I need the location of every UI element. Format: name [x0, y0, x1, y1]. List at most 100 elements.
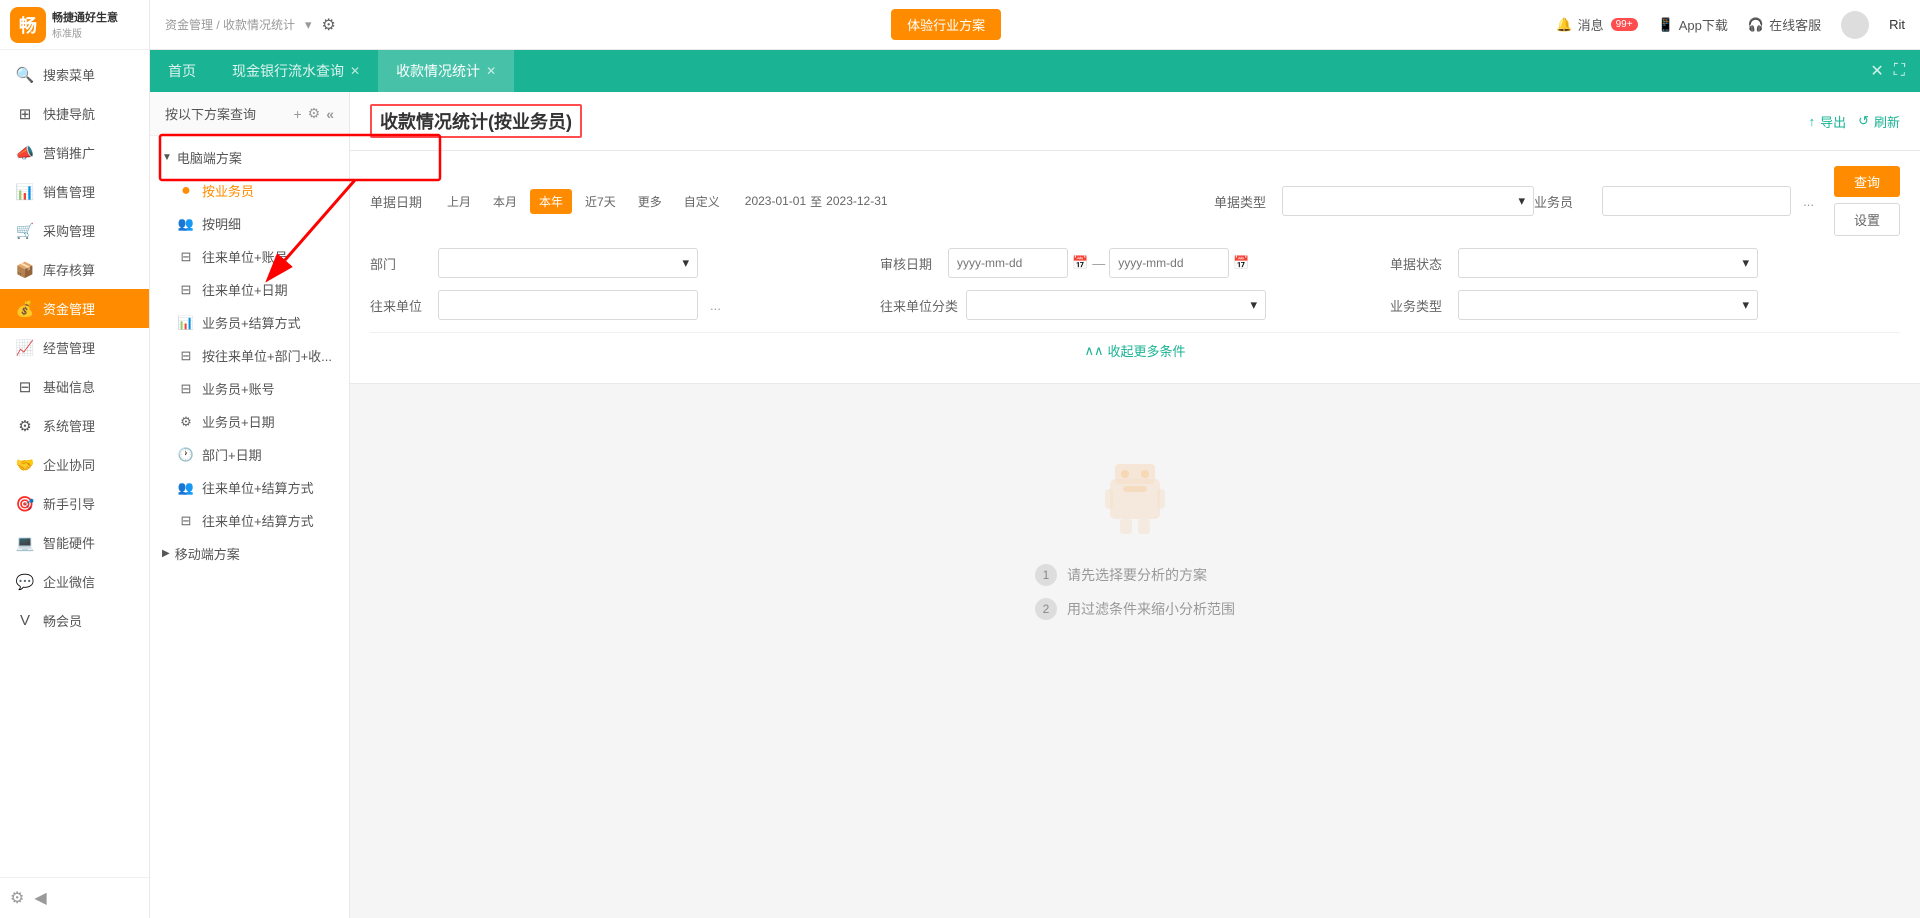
partner-cat-arrow: ▾ [1250, 297, 1257, 313]
sidebar-item-system[interactable]: ⚙ 系统管理 [0, 406, 149, 445]
date-tab-thismonth[interactable]: 本月 [484, 189, 526, 214]
scheme-by-detail[interactable]: 👥 按明细 [150, 207, 349, 240]
trial-button[interactable]: 体验行业方案 [891, 9, 1001, 40]
date-tab-thisyear[interactable]: 本年 [530, 189, 572, 214]
sales-icon: 📊 [15, 183, 35, 201]
online-service-link[interactable]: 🎧 在线客服 [1748, 15, 1821, 34]
left-panel-actions: + ⚙ « [293, 105, 334, 122]
sidebar-item-search[interactable]: 🔍 搜索菜单 [0, 55, 149, 94]
sidebar-item-corp[interactable]: 🤝 企业协同 [0, 445, 149, 484]
partner-date-icon: ⊟ [178, 282, 194, 298]
sidebar-settings-icon[interactable]: ⚙ [10, 888, 24, 908]
sidebar-item-guide[interactable]: 🎯 新手引导 [0, 484, 149, 523]
mobile-group-label[interactable]: ▶ 移动端方案 [150, 537, 349, 570]
filter-date-item: 单据日期 上月 本月 本年 近7天 更多 自定义 2023-01-01 至 [370, 189, 1214, 214]
step-2-text: 用过滤条件来缩小分析范围 [1067, 599, 1235, 619]
filter-row-2: 部门 ▾ 审核日期 📅 — 📅 [370, 248, 1900, 278]
header-settings-icon[interactable]: ⚙ [322, 15, 336, 35]
tab-home[interactable]: 首页 [150, 50, 214, 92]
scheme-by-salesperson[interactable]: ● 按业务员 [150, 174, 349, 207]
sidebar-item-member[interactable]: V 畅会员 [0, 601, 149, 640]
sidebar-item-finance[interactable]: 💰 资金管理 [0, 289, 149, 328]
date-tab-7days[interactable]: 近7天 [576, 189, 625, 214]
sidebar-item-sales[interactable]: 📊 销售管理 [0, 172, 149, 211]
salesperson-more-icon[interactable]: ... [1803, 194, 1814, 209]
scheme-partner-settle1[interactable]: 👥 往来单位+结算方式 [150, 471, 349, 504]
scheme-salesperson-account[interactable]: ⊟ 业务员+账号 [150, 372, 349, 405]
group-label-text: 电脑端方案 [177, 148, 242, 167]
breadcrumb-dropdown-icon[interactable]: ▾ [305, 17, 312, 33]
dept-select[interactable]: ▾ [438, 248, 698, 278]
sidebar-item-purchase[interactable]: 🛒 采购管理 [0, 211, 149, 250]
sidebar-item-hardware[interactable]: 💻 智能硬件 [0, 523, 149, 562]
voucher-status-select[interactable]: ▾ [1458, 248, 1758, 278]
scheme-salesperson-settle[interactable]: 📊 业务员+结算方式 [150, 306, 349, 339]
username-label: Rit [1889, 17, 1905, 32]
date-tab-custom[interactable]: 自定义 [675, 189, 729, 214]
app-download-link[interactable]: 📱 App下载 [1658, 15, 1728, 34]
scheme-partner-settle2[interactable]: ⊟ 往来单位+结算方式 [150, 504, 349, 537]
scheme-dept-date[interactable]: 🕐 部门+日期 [150, 438, 349, 471]
scheme-partner-account[interactable]: ⊟ 往来单位+账号 [150, 240, 349, 273]
scheme-salesperson-date[interactable]: ⚙ 业务员+日期 [150, 405, 349, 438]
sidebar-item-basic[interactable]: ⊟ 基础信息 [0, 367, 149, 406]
desktop-group-label[interactable]: ▼ 电脑端方案 [150, 141, 349, 174]
business-type-select[interactable]: ▾ [1458, 290, 1758, 320]
filter-dept: 部门 ▾ [370, 248, 880, 278]
filter-buttons: 查询 设置 [1824, 166, 1900, 236]
sidebar-nav: 🔍 搜索菜单 ⊞ 快捷导航 📣 营销推广 📊 销售管理 🛒 采购管理 📦 库存核… [0, 50, 149, 877]
sidebar-item-inventory[interactable]: 📦 库存核算 [0, 250, 149, 289]
avatar[interactable] [1841, 11, 1869, 39]
sidebar-collapse-icon[interactable]: ◀‍ [34, 888, 46, 908]
notification-area[interactable]: 🔔 消息 99+ [1556, 15, 1637, 34]
sidebar-item-quicknav[interactable]: ⊞ 快捷导航 [0, 94, 149, 133]
wechat-icon: 💬 [15, 573, 35, 591]
desktop-scheme-group: ▼ 电脑端方案 ● 按业务员 👥 按明细 ⊟ 往来单位+账号 [150, 141, 349, 537]
group-expand-icon: ▼ [162, 152, 172, 163]
step-1-number: 1 [1035, 564, 1057, 586]
scheme-tree: ▼ 电脑端方案 ● 按业务员 👥 按明细 ⊟ 往来单位+账号 [150, 136, 349, 918]
close-all-icon[interactable]: ✕ [1870, 61, 1883, 81]
empty-state: 1 请先选择要分析的方案 2 用过滤条件来缩小分析范围 [1035, 384, 1235, 680]
collapse-filter-button[interactable]: ∧∧ 收起更多条件 [1076, 333, 1193, 368]
salesperson-select[interactable] [1602, 186, 1791, 216]
maximize-icon[interactable]: ⛶ [1894, 62, 1905, 80]
audit-calendar-end-icon[interactable]: 📅 [1233, 255, 1249, 271]
sidebar-item-operation[interactable]: 📈 经营管理 [0, 328, 149, 367]
query-button[interactable]: 查询 [1834, 166, 1900, 197]
add-scheme-icon[interactable]: + [293, 106, 301, 122]
partner-more-icon[interactable]: ... [710, 298, 721, 313]
audit-calendar-start-icon[interactable]: 📅 [1072, 255, 1088, 271]
date-tab-more[interactable]: 更多 [629, 189, 671, 214]
sidebar-item-wechat[interactable]: 💬 企业微信 [0, 562, 149, 601]
filter-area: 单据日期 上月 本月 本年 近7天 更多 自定义 2023-01-01 至 [350, 151, 1920, 384]
tab-receipt[interactable]: 收款情况统计 ✕ [378, 50, 514, 92]
tab-receipt-close[interactable]: ✕ [486, 64, 496, 78]
tab-bank-close[interactable]: ✕ [350, 64, 360, 78]
settings-button[interactable]: 设置 [1834, 203, 1900, 236]
filter-audit-date: 审核日期 📅 — 📅 [880, 248, 1390, 278]
partner-category-select[interactable]: ▾ [966, 290, 1266, 320]
notification-badge: 99+ [1611, 18, 1638, 31]
sidebar-item-marketing[interactable]: 📣 营销推广 [0, 133, 149, 172]
partner-select[interactable] [438, 290, 698, 320]
partner-settle1-icon: 👥 [178, 480, 194, 496]
salesperson-account-icon: ⊟ [178, 381, 194, 397]
scheme-settings-icon[interactable]: ⚙ [308, 105, 321, 122]
audit-date-end[interactable] [1109, 248, 1229, 278]
audit-date-start[interactable] [948, 248, 1068, 278]
collapse-panel-icon[interactable]: « [326, 106, 334, 122]
filter-voucher-type: 单据类型 ▾ [1214, 186, 1534, 216]
dept-select-arrow: ▾ [682, 255, 689, 271]
scheme-partner-dept[interactable]: ⊟ 按往来单位+部门+收... [150, 339, 349, 372]
download-icon: 📱 [1658, 17, 1674, 33]
finance-icon: 💰 [15, 300, 35, 318]
scheme-partner-date[interactable]: ⊟ 往来单位+日期 [150, 273, 349, 306]
voucher-type-select[interactable]: ▾ [1282, 186, 1534, 216]
dept-date-icon: 🕐 [178, 447, 194, 463]
filter-row-3: 往来单位 ... 往来单位分类 ▾ 业务类型 [370, 290, 1900, 320]
tab-bank[interactable]: 现金银行流水查询 ✕ [214, 50, 378, 92]
date-tab-lastmonth[interactable]: 上月 [438, 189, 480, 214]
refresh-button[interactable]: ↺ 刷新 [1858, 112, 1900, 131]
export-button[interactable]: ↑ 导出 [1809, 112, 1847, 131]
